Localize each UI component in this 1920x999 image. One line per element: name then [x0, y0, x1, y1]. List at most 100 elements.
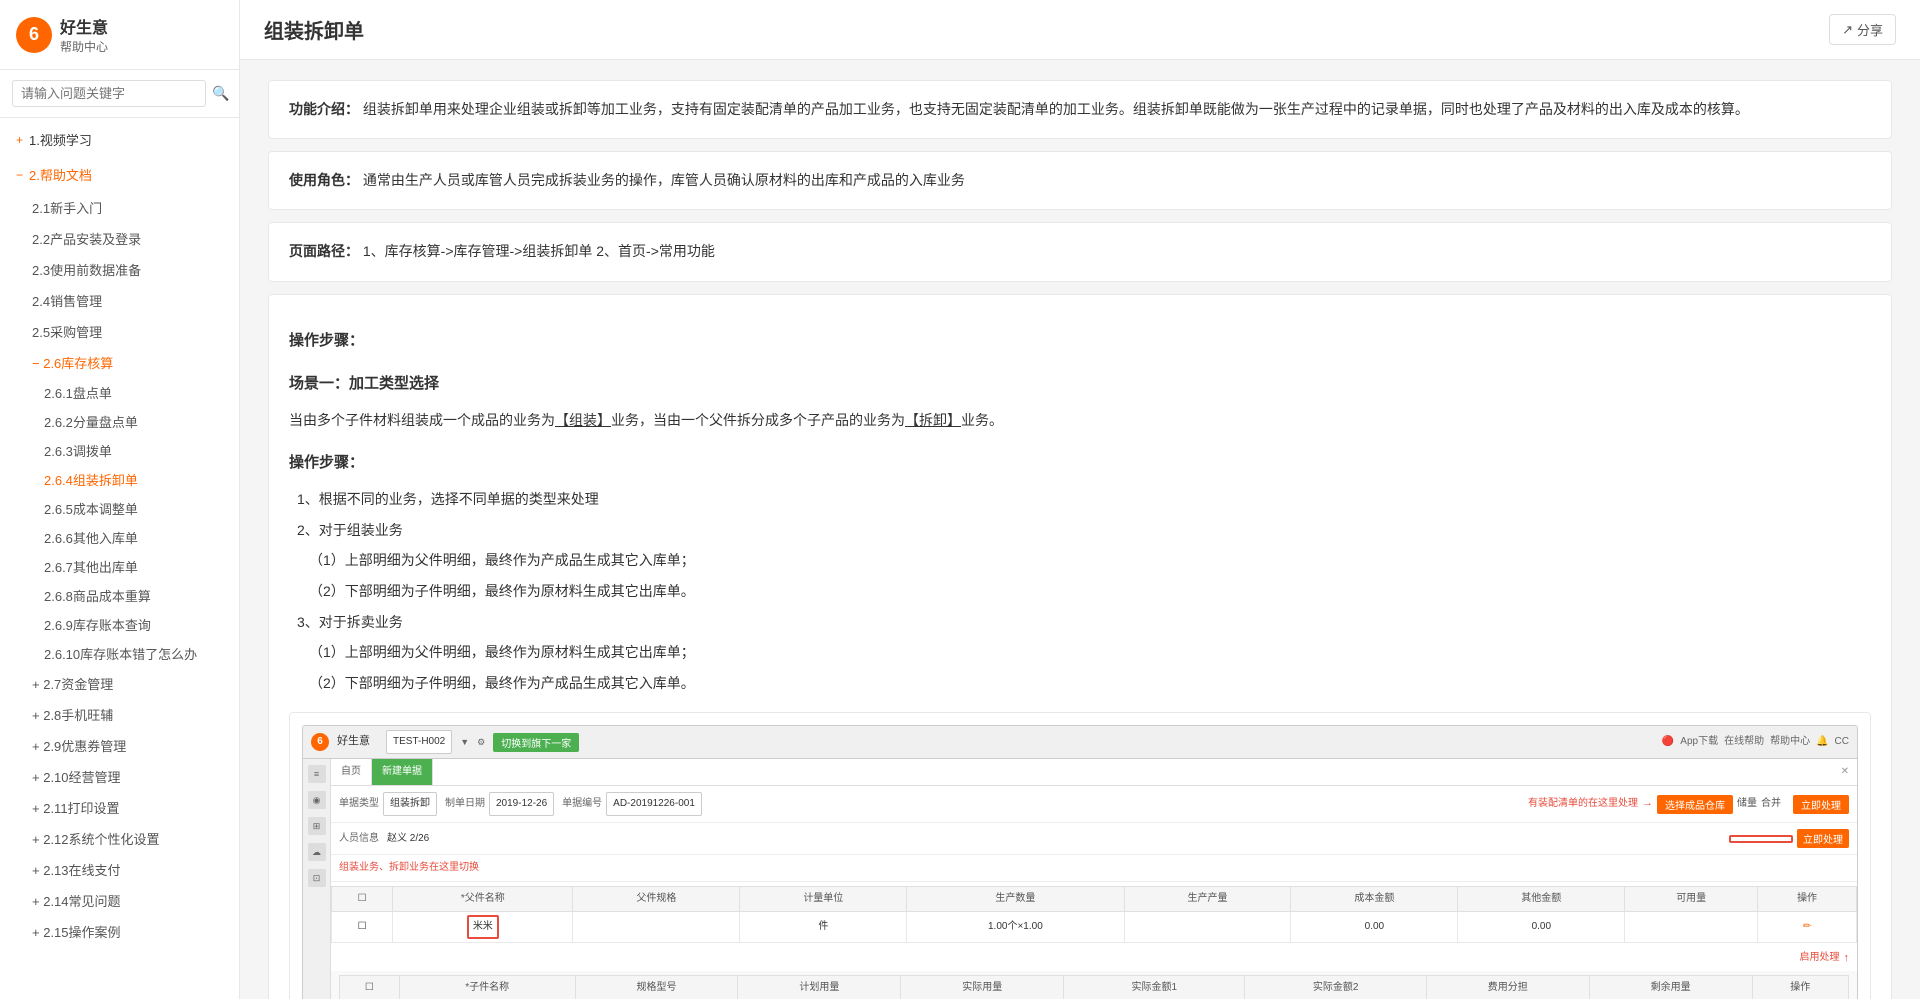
col-actual-amt2: 实际金额2 [1245, 976, 1426, 999]
sidebar-item-2-11[interactable]: + 2.11打印设置 [0, 792, 239, 823]
sidebar-item-2-12[interactable]: + 2.12系统个性化设置 [0, 823, 239, 854]
search-button[interactable]: 🔍 [212, 85, 229, 102]
field-date-value: 2019-12-26 [489, 792, 554, 816]
field-bill: 单据编号 AD-20191226-001 [562, 792, 702, 816]
sidebar-header: 6 好生意 帮助中心 [0, 0, 239, 70]
sidebar-item-2-10[interactable]: + 2.10经营管理 [0, 761, 239, 792]
collapse-icon: − [16, 168, 23, 182]
cell-available [1625, 912, 1758, 943]
col-ops: 操作 [1758, 887, 1857, 912]
warehouse-btn[interactable]: 立即处理 [1797, 829, 1849, 848]
upper-table-head: ☐ *父件名称 父件规格 计量单位 生产数量 生产产量 成本金额 其他金额 [332, 887, 1857, 912]
sidebar-item-2-13[interactable]: + 2.13在线支付 [0, 854, 239, 885]
col-remain: 剩余用量 [1589, 976, 1752, 999]
sidebar-item-2-5[interactable]: 2.5采购管理 [0, 316, 239, 347]
step1: 1、根据不同的业务，选择不同单据的类型来处理 [297, 486, 1871, 513]
screenshot-container: 6 好生意 TEST-H002 ▼ ⚙ 切换到旗下一家 🔴 App下载 在线帮助… [289, 712, 1871, 999]
sidebar-item-2-6-1[interactable]: 2.6.1盘点单 [0, 378, 239, 407]
sidebar-item-2-6-9[interactable]: 2.6.9库存账本查询 [0, 610, 239, 639]
form-section: 单据类型 组装拆卸 制单日期 2019-12-26 单据编号 [331, 786, 1857, 855]
sidebar-item-docs[interactable]: − 2.帮助文档 [0, 157, 239, 192]
col-ops2: 操作 [1752, 976, 1848, 999]
group-link[interactable]: 【组装】 [555, 412, 611, 428]
lower-table-header-row: ☐ *子件名称 规格型号 计划用量 实际用量 实际金额1 实际金额2 费用分担 [340, 976, 1849, 999]
brand-name: 好生意 [60, 14, 108, 38]
col-check: ☐ [332, 887, 393, 912]
tab-new-bill[interactable]: 新建单据 [372, 759, 433, 785]
warehouse-input[interactable] [1729, 835, 1793, 843]
sidebar-item-2-6-5[interactable]: 2.6.5成本调整单 [0, 494, 239, 523]
annotation3-row: 启用处理 ↑ [331, 947, 1857, 971]
col-plan-qty: 计划用量 [738, 976, 901, 999]
screenshot-warehouse-row: 人员信息 赵义 2/26 立即处理 [331, 823, 1857, 855]
scene1-title: 场景一：加工类型选择 [289, 370, 1871, 397]
sidebar-item-2-6-10[interactable]: 2.6.10库存账本错了怎么办 [0, 639, 239, 668]
tab-home[interactable]: 自页 [331, 759, 372, 785]
sidebar-item-label: 2.帮助文档 [29, 165, 92, 184]
search-input[interactable] [12, 80, 206, 107]
sidebar-item-2-2[interactable]: 2.2产品安装及登录 [0, 223, 239, 254]
cell-check[interactable]: ☐ [332, 912, 393, 943]
main-header: 组装拆卸单 ↗ 分享 [240, 0, 1920, 60]
sidebar-item-2-6-6[interactable]: 2.6.6其他入库单 [0, 523, 239, 552]
col-sub-spec: 规格型号 [575, 976, 738, 999]
sidebar-item-2-1[interactable]: 2.1新手入门 [0, 192, 239, 223]
screenshot-lower-section: ☐ *子件名称 规格型号 计划用量 实际用量 实际金额1 实际金额2 费用分担 [331, 971, 1857, 999]
expand-icon: + [16, 133, 23, 147]
sidebar-item-2-9[interactable]: + 2.9优惠券管理 [0, 730, 239, 761]
col-actual-amt1: 实际金额1 [1064, 976, 1245, 999]
scene1-desc: 当由多个子件材料组装成一个成品的业务为【组装】业务，当由一个父件拆分成多个子产品… [289, 407, 1871, 434]
col-unit: 计量单位 [740, 887, 907, 912]
col-cost-share: 费用分担 [1426, 976, 1589, 999]
share-button[interactable]: ↗ 分享 [1829, 14, 1896, 45]
cell-unit: 件 [740, 912, 907, 943]
strip-icon-2: ◉ [308, 791, 326, 809]
select-product-btn[interactable]: 选择成品仓库 [1657, 795, 1733, 814]
sidebar-item-2-15[interactable]: + 2.15操作案例 [0, 916, 239, 947]
field-bill-value: AD-20191226-001 [606, 792, 702, 816]
step2: 2、对于组装业务 [297, 517, 1871, 544]
sidebar-item-2-6-4[interactable]: 2.6.4组装拆卸单 [0, 465, 239, 494]
sidebar-item-2-6-8[interactable]: 2.6.8商品成本重算 [0, 581, 239, 610]
sidebar-item-2-6[interactable]: − 2.6库存核算 [0, 347, 239, 378]
step2-sub1: （1）上部明细为父件明细，最终作为产成品生成其它入库单； [309, 547, 1871, 574]
share-icon: ↗ [1842, 22, 1853, 38]
sidebar-item-2-6-3[interactable]: 2.6.3调拨单 [0, 436, 239, 465]
nav-section: + 1.视频学习 − 2.帮助文档 2.1新手入门 2.2产品安装及登录 2.3… [0, 118, 239, 951]
cell-parent-name: 米米 [393, 912, 573, 943]
upper-table-header-row: ☐ *父件名称 父件规格 计量单位 生产数量 生产产量 成本金额 其他金额 [332, 887, 1857, 912]
arrow-up-icon: ↑ [1844, 949, 1850, 969]
annotation-text-2: 组装业务、拆卸业务在这里切换 [339, 859, 479, 877]
strip-icon-4: ☁ [308, 843, 326, 861]
sidebar-item-2-14[interactable]: + 2.14常见问题 [0, 885, 239, 916]
immediate-process-btn[interactable]: 立即处理 [1793, 795, 1849, 814]
strip-icon-5: ⊡ [308, 869, 326, 887]
sidebar-item-2-6-2[interactable]: 2.6.2分量盘点单 [0, 407, 239, 436]
func-intro-text: 组装拆卸单用来处理企业组装或拆卸等加工业务，支持有固定装配清单的产品加工业务，也… [363, 101, 1749, 117]
col-available: 可用量 [1625, 887, 1758, 912]
screenshot-switch-btn[interactable]: 切换到旗下一家 [493, 733, 579, 752]
screenshot-tabs: 自页 新建单据 ✕ [331, 759, 1857, 786]
annotation-text-3: 启用处理 [1800, 949, 1840, 969]
col-prod-qty: 生产数量 [907, 887, 1124, 912]
ops-title: 操作步骤： [289, 327, 1871, 354]
sidebar-item-video[interactable]: + 1.视频学习 [0, 122, 239, 157]
screenshot-icons: 🔴 App下载 在线帮助 帮助中心 🔔 CC [1662, 733, 1849, 751]
sidebar-item-label: 1.视频学习 [29, 130, 92, 149]
col-cost: 成本金额 [1291, 887, 1458, 912]
cell-cost: 0.00 [1291, 912, 1458, 943]
content-area: 功能介绍： 组装拆卸单用来处理企业组装或拆卸等加工业务，支持有固定装配清单的产品… [240, 60, 1920, 999]
screenshot-topbar: 6 好生意 TEST-H002 ▼ ⚙ 切换到旗下一家 🔴 App下载 在线帮助… [303, 726, 1857, 759]
sidebar-item-2-3[interactable]: 2.3使用前数据准备 [0, 254, 239, 285]
disassemble-link[interactable]: 【拆卸】 [905, 412, 961, 428]
sidebar: 6 好生意 帮助中心 🔍 + 1.视频学习 − 2.帮助文档 2.1新手入门 2… [0, 0, 240, 999]
sidebar-item-2-4[interactable]: 2.4销售管理 [0, 285, 239, 316]
type-selection-row: 组装业务、拆卸业务在这里切换 [331, 855, 1857, 882]
tab-close[interactable]: ✕ [1833, 759, 1857, 785]
sidebar-item-2-7[interactable]: + 2.7资金管理 [0, 668, 239, 699]
field-type: 单据类型 组装拆卸 [339, 792, 437, 816]
cell-prod-output [1124, 912, 1291, 943]
sidebar-item-2-8[interactable]: + 2.8手机旺辅 [0, 699, 239, 730]
path-block: 页面路径： 1、库存核算->库存管理->组装拆卸单 2、首页->常用功能 [268, 222, 1892, 281]
sidebar-item-2-6-7[interactable]: 2.6.7其他出库单 [0, 552, 239, 581]
